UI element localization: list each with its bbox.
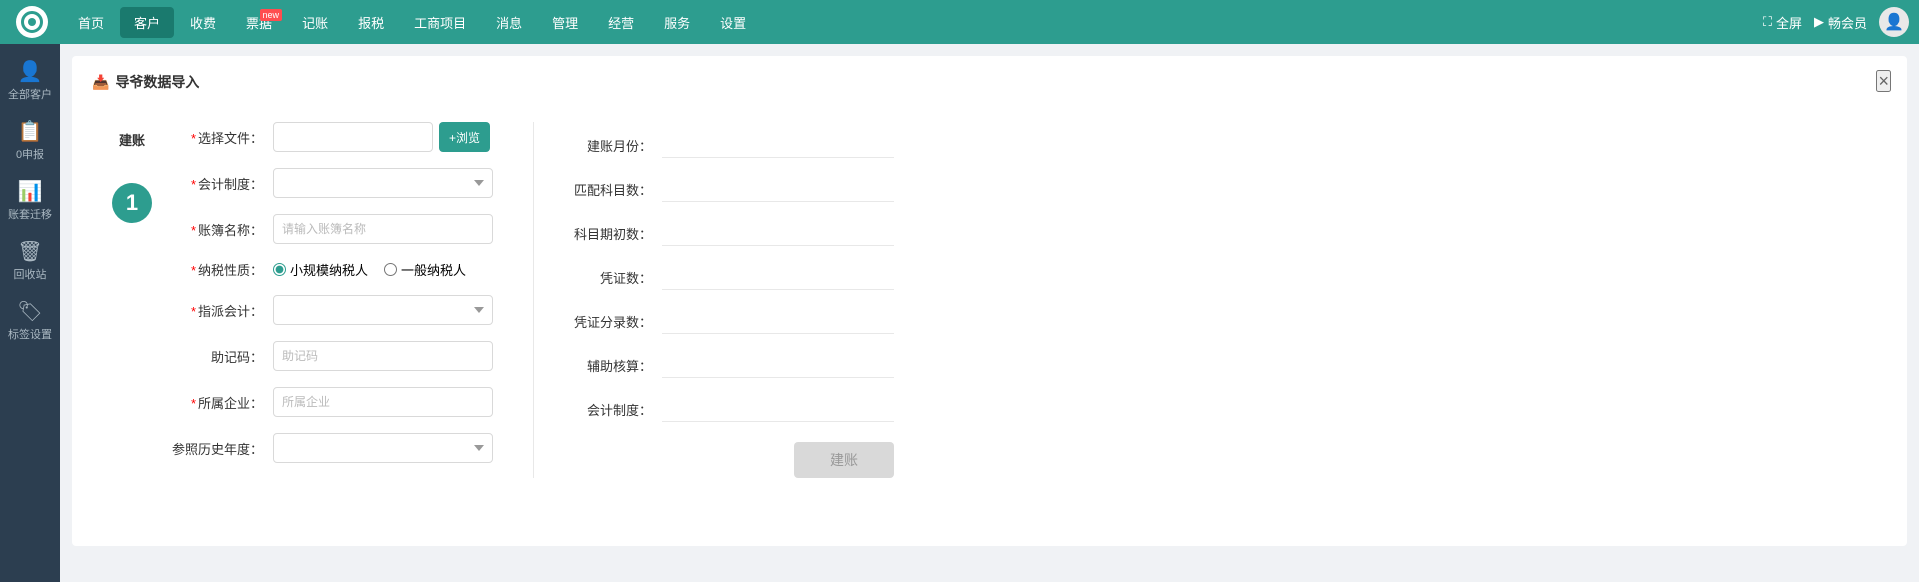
tax-type-label: 纳税性质： xyxy=(172,260,263,279)
vip-btn[interactable]: ▶ 畅会员 xyxy=(1814,13,1867,32)
voucher-count-label: 凭证数： xyxy=(574,268,652,287)
vertical-divider xyxy=(533,122,534,478)
panel: 📥 导爷数据导入 × 建账 1 选择文件： xyxy=(72,56,1907,546)
browse-button[interactable]: +浏览 xyxy=(439,122,490,152)
nav-customer[interactable]: 客户 xyxy=(120,7,174,38)
report-icon: 📋 xyxy=(18,122,43,142)
nav-fee[interactable]: 收费 xyxy=(176,7,230,38)
mnemonic-label: 助记码： xyxy=(172,347,263,366)
assign-accountant-label: 指派会计： xyxy=(172,301,263,320)
trash-icon: 🗑 xyxy=(17,242,42,262)
radio-small-scale-label: 小规模纳税人 xyxy=(290,260,368,279)
avatar-icon: 👤 xyxy=(1884,12,1904,32)
panel-title-icon: 📥 xyxy=(92,74,109,91)
ledger-name-label: 账簿名称： xyxy=(172,220,263,239)
step-badge: 1 xyxy=(112,183,152,223)
nav-bookkeeping[interactable]: 记账 xyxy=(288,7,342,38)
fullscreen-label: 全屏 xyxy=(1776,13,1802,32)
sidebar-item-label: 标签设置 xyxy=(8,326,52,342)
nav-message[interactable]: 消息 xyxy=(482,7,536,38)
sidebar-item-label: 全部客户 xyxy=(8,86,52,102)
nav-manage[interactable]: 管理 xyxy=(538,7,592,38)
account-system-select[interactable] xyxy=(273,168,493,198)
radio-small-scale[interactable]: 小规模纳税人 xyxy=(273,260,368,279)
panel-title-text: 导爷数据导入 xyxy=(115,72,199,92)
nav-ticket[interactable]: 票据 new xyxy=(232,7,286,38)
subject-initial-value xyxy=(662,220,894,246)
form-grid: 选择文件： +浏览 会计制度： 账簿名称： 纳税性质： xyxy=(172,122,493,463)
avatar[interactable]: 👤 xyxy=(1879,7,1909,37)
top-nav: 首页 客户 收费 票据 new 记账 报税 工商项目 消息 管理 经营 服务 设… xyxy=(0,0,1919,44)
vip-icon: ▶ xyxy=(1814,14,1824,30)
file-input[interactable] xyxy=(273,122,433,152)
nav-tax[interactable]: 报税 xyxy=(344,7,398,38)
voucher-count-value xyxy=(662,264,894,290)
radio-general[interactable]: 一般纳税人 xyxy=(384,260,466,279)
main-content: 📥 导爷数据导入 × 建账 1 选择文件： xyxy=(60,44,1919,582)
sidebar-item-zero-report[interactable]: 📋 0申报 xyxy=(2,114,58,170)
subject-initial-label: 科目期初数： xyxy=(574,224,652,243)
info-grid: 建账月份： 匹配科目数： 科目期初数： 凭证数： 凭证分录数： 辅助核算： 会计… xyxy=(574,132,894,422)
nav-right: ⛶ 全屏 ▶ 畅会员 👤 xyxy=(1763,7,1909,37)
fullscreen-btn[interactable]: ⛶ 全屏 xyxy=(1763,13,1802,32)
customer-icon: 👤 xyxy=(18,62,43,82)
nav-items: 首页 客户 收费 票据 new 记账 报税 工商项目 消息 管理 经营 服务 设… xyxy=(64,7,1763,38)
sidebar-item-account-migrate[interactable]: 📊 账套迁移 xyxy=(2,174,58,230)
submit-button[interactable]: 建账 xyxy=(794,442,894,478)
tag-icon: 🏷 xyxy=(17,302,42,322)
step-label: 建账 xyxy=(119,130,145,149)
match-subject-value xyxy=(662,176,894,202)
assign-accountant-select[interactable] xyxy=(273,295,493,325)
sidebar-item-label: 回收站 xyxy=(14,266,47,282)
aux-calc-value xyxy=(662,352,894,378)
ref-year-select[interactable] xyxy=(273,433,493,463)
sidebar-item-recycle[interactable]: 🗑 回收站 xyxy=(2,234,58,290)
ref-year-label: 参照历史年度： xyxy=(172,439,263,458)
nav-operation[interactable]: 经营 xyxy=(594,7,648,38)
form-area: 建账 1 选择文件： +浏览 会计制度： 账簿 xyxy=(92,112,1887,488)
nav-settings[interactable]: 设置 xyxy=(706,7,760,38)
new-badge: new xyxy=(260,9,283,22)
nav-home[interactable]: 首页 xyxy=(64,7,118,38)
form-left: 建账 1 选择文件： +浏览 会计制度： 账簿 xyxy=(112,122,493,478)
tax-type-radio-group: 小规模纳税人 一般纳税人 xyxy=(273,260,493,279)
radio-general-label: 一般纳税人 xyxy=(401,260,466,279)
mnemonic-input[interactable] xyxy=(273,341,493,371)
file-label: 选择文件： xyxy=(172,128,263,147)
build-month-label: 建账月份： xyxy=(574,136,652,155)
build-month-value xyxy=(662,132,894,158)
ledger-name-input[interactable] xyxy=(273,214,493,244)
sidebar-item-label: 0申报 xyxy=(16,146,44,162)
aux-calc-label: 辅助核算： xyxy=(574,356,652,375)
logo[interactable] xyxy=(10,0,54,44)
accounting-system-value xyxy=(662,396,894,422)
file-row: +浏览 xyxy=(273,122,493,152)
nav-business[interactable]: 工商项目 xyxy=(400,7,480,38)
nav-service[interactable]: 服务 xyxy=(650,7,704,38)
close-button[interactable]: × xyxy=(1876,70,1891,92)
match-subject-label: 匹配科目数： xyxy=(574,180,652,199)
voucher-entry-value xyxy=(662,308,894,334)
sidebar-item-label: 账套迁移 xyxy=(8,206,52,222)
fullscreen-icon: ⛶ xyxy=(1763,14,1772,30)
sidebar-item-all-customers[interactable]: 👤 全部客户 xyxy=(2,54,58,110)
company-label: 所属企业： xyxy=(172,393,263,412)
action-area: 建账 xyxy=(574,442,894,478)
migrate-icon: 📊 xyxy=(18,182,43,202)
info-panel: 建账月份： 匹配科目数： 科目期初数： 凭证数： 凭证分录数： 辅助核算： 会计… xyxy=(574,122,894,478)
account-system-label: 会计制度： xyxy=(172,174,263,193)
voucher-entry-label: 凭证分录数： xyxy=(574,312,652,331)
panel-title: 📥 导爷数据导入 xyxy=(92,72,1887,92)
vip-label: 畅会员 xyxy=(1828,13,1867,32)
sidebar: 👤 全部客户 📋 0申报 📊 账套迁移 🗑 回收站 🏷 标签设置 xyxy=(0,44,60,582)
company-input[interactable] xyxy=(273,387,493,417)
layout: 👤 全部客户 📋 0申报 📊 账套迁移 🗑 回收站 🏷 标签设置 📥 导爷数据导… xyxy=(0,44,1919,582)
accounting-system-label: 会计制度： xyxy=(574,400,652,419)
sidebar-item-tags[interactable]: 🏷 标签设置 xyxy=(2,294,58,350)
